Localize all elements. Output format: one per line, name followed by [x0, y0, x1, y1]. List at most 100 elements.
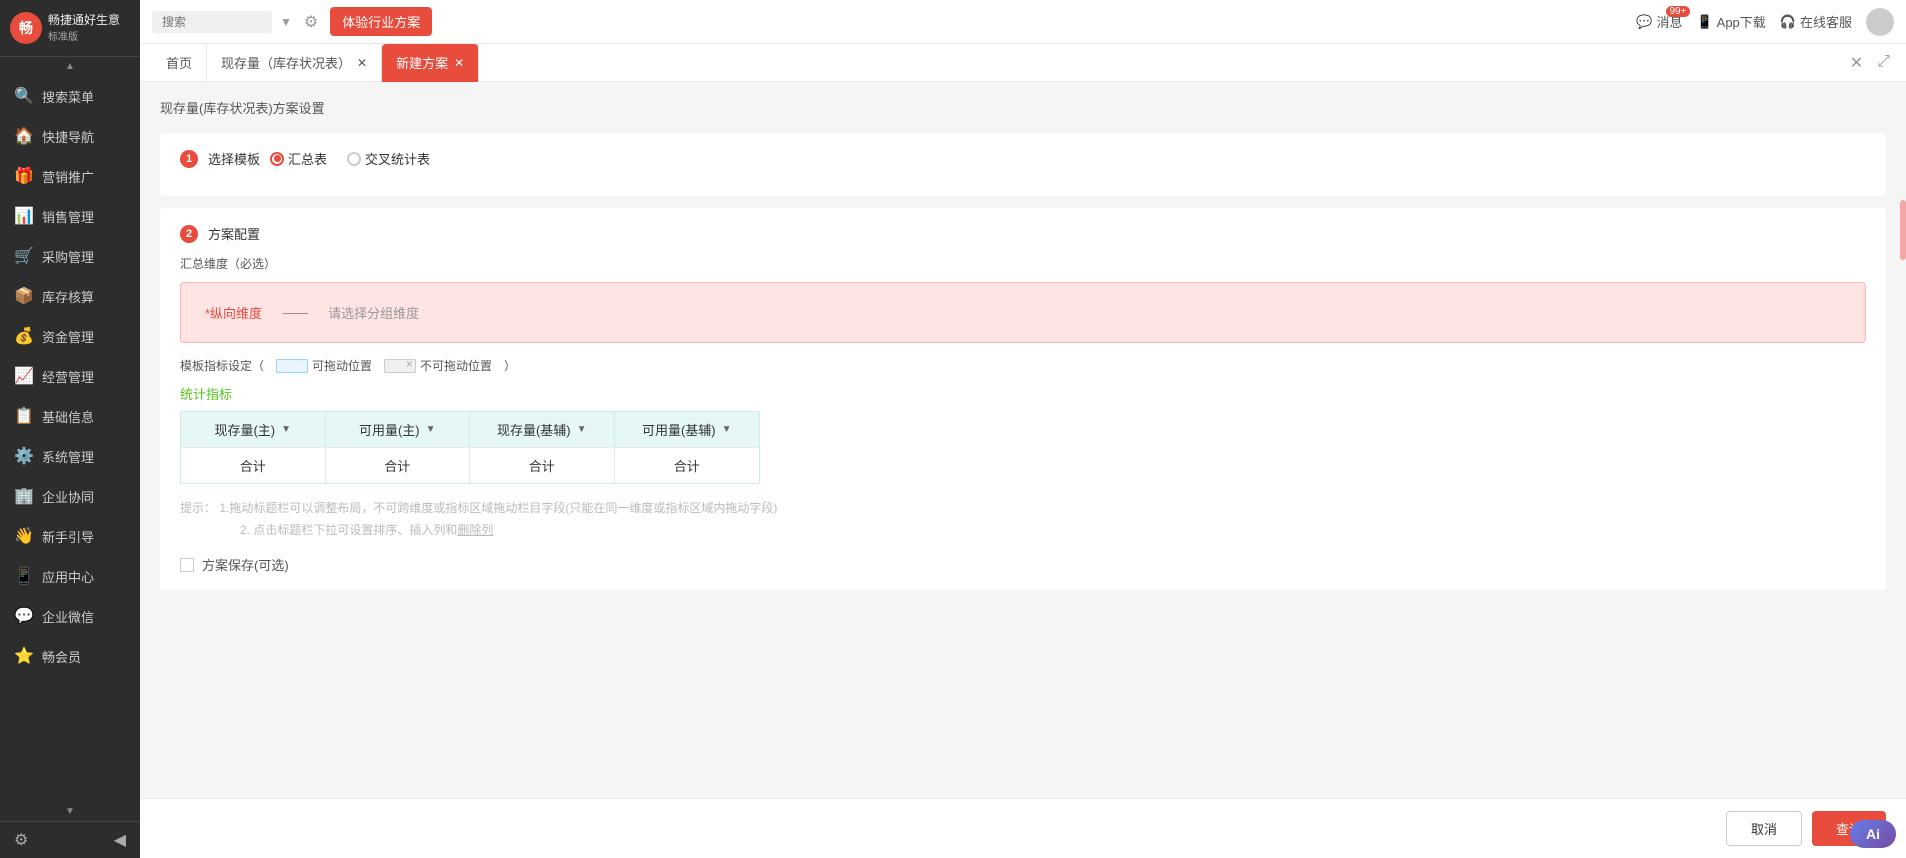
sidebar: 畅 畅捷通好生意 标准版 ▲ 🔍 搜索菜单 🏠 快捷导航 🎁 营销推广 📊 销售…: [0, 0, 140, 858]
ai-button[interactable]: Ai: [1850, 820, 1896, 848]
sidebar-item-management[interactable]: 📈 经营管理: [0, 356, 140, 396]
sidebar-logo: 畅 畅捷通好生意 标准版: [0, 0, 140, 57]
radio-circle-cross: [347, 152, 361, 166]
radio-circle-summary: [270, 152, 284, 166]
tab-expand-fullscreen-icon[interactable]: ⤢: [1873, 53, 1894, 73]
dimension-box[interactable]: *纵向维度 —— 请选择分组维度: [180, 282, 1866, 343]
message-icon: 💬: [1636, 14, 1652, 30]
app-name: 畅捷通好生意: [48, 13, 120, 29]
movable-tag-box: [276, 359, 308, 373]
industry-btn[interactable]: 体验行业方案: [330, 7, 432, 36]
sidebar-item-newbie[interactable]: 👋 新手引导: [0, 516, 140, 556]
topbar-app-download[interactable]: 📱 App下载: [1696, 12, 1765, 31]
bottom-bar: 取消 查询: [140, 798, 1906, 858]
scrollbar-handle[interactable]: [1900, 200, 1906, 260]
indicator-label: 模板指标设定（: [180, 357, 264, 374]
service-icon: 🎧: [1780, 14, 1796, 30]
tab-close-new-plan[interactable]: ✕: [454, 56, 464, 70]
finance-icon: 💰: [14, 326, 34, 346]
settings-icon[interactable]: ⚙: [14, 830, 28, 850]
step1-card: 1 选择模板 汇总表 交叉统计表: [160, 133, 1886, 196]
sidebar-item-label: 销售管理: [42, 207, 94, 226]
tab-new-plan[interactable]: 新建方案 ✕: [382, 44, 479, 82]
topbar-service[interactable]: 🎧 在线客服: [1780, 12, 1852, 31]
col1-chevron-icon[interactable]: ▼: [281, 424, 291, 435]
collapse-icon[interactable]: ◀: [114, 830, 126, 850]
sidebar-item-quick-nav[interactable]: 🏠 快捷导航: [0, 116, 140, 156]
enterprise-icon: 🏢: [14, 486, 34, 506]
sidebar-item-label: 库存核算: [42, 287, 94, 306]
save-checkbox[interactable]: [180, 558, 194, 572]
indicator-header: 模板指标设定（ 可拖动位置 不可拖动位置 ）: [180, 357, 1866, 374]
sidebar-item-vip[interactable]: ⭐ 畅会员: [0, 636, 140, 676]
sidebar-item-search-menu[interactable]: 🔍 搜索菜单: [0, 76, 140, 116]
sidebar-item-app-center[interactable]: 📱 应用中心: [0, 556, 140, 596]
sidebar-item-finance[interactable]: 💰 资金管理: [0, 316, 140, 356]
message-badge: 99+: [1666, 6, 1691, 17]
sidebar-scroll-up[interactable]: ▲: [0, 57, 140, 76]
fixed-label: 不可拖动位置: [420, 357, 492, 374]
tab-close-inventory[interactable]: ✕: [357, 56, 367, 70]
app-tag: 标准版: [48, 28, 120, 43]
sidebar-item-label: 应用中心: [42, 567, 94, 586]
topbar-gear-icon[interactable]: ⚙: [304, 12, 318, 32]
step2-header: 2 方案配置: [180, 224, 1866, 243]
system-icon: ⚙️: [14, 446, 34, 466]
col2-chevron-icon[interactable]: ▼: [426, 424, 436, 435]
page-title: 现存量(库存状况表)方案设置: [160, 98, 1886, 117]
tab-expand-close-icon[interactable]: ✕: [1846, 53, 1867, 73]
logo-icon: 畅: [10, 12, 42, 44]
radio-label-cross: 交叉统计表: [365, 149, 430, 168]
tab-label: 现存量（库存状况表）: [221, 53, 351, 72]
tab-home[interactable]: 首页: [152, 44, 207, 82]
stat-header-col3[interactable]: 现存量(基辅) ▼: [470, 412, 615, 447]
sidebar-scroll-down[interactable]: ▼: [0, 802, 140, 821]
sidebar-item-sales[interactable]: 📊 销售管理: [0, 196, 140, 236]
sidebar-item-wechat[interactable]: 💬 企业微信: [0, 596, 140, 636]
sidebar-item-inventory[interactable]: 📦 库存核算: [0, 276, 140, 316]
template-radio-group: 汇总表 交叉统计表: [270, 149, 430, 168]
sidebar-item-label: 系统管理: [42, 447, 94, 466]
topbar-search-input[interactable]: [152, 11, 272, 33]
stat-header-col4[interactable]: 可用量(基辅) ▼: [615, 412, 760, 447]
purchase-icon: 🛒: [14, 246, 34, 266]
sidebar-item-marketing[interactable]: 🎁 营销推广: [0, 156, 140, 196]
sidebar-item-system[interactable]: ⚙️ 系统管理: [0, 436, 140, 476]
col4-label: 可用量(基辅): [642, 420, 716, 439]
col4-chevron-icon[interactable]: ▼: [722, 424, 732, 435]
save-label: 方案保存(可选): [202, 555, 289, 574]
sidebar-item-enterprise[interactable]: 🏢 企业协同: [0, 476, 140, 516]
stat-body-col2: 合计: [326, 447, 471, 483]
tab-label: 首页: [166, 53, 192, 72]
cancel-button[interactable]: 取消: [1726, 811, 1802, 846]
radio-cross[interactable]: 交叉统计表: [347, 149, 430, 168]
sidebar-item-label: 搜索菜单: [42, 87, 94, 106]
topbar-dropdown-icon[interactable]: ▼: [280, 15, 292, 29]
tab-inventory-status[interactable]: 现存量（库存状况表） ✕: [207, 44, 382, 82]
col3-chevron-icon[interactable]: ▼: [577, 424, 587, 435]
stat-body-col4: 合计: [615, 447, 760, 483]
topbar: ▼ ⚙ 体验行业方案 💬 消息 99+ 📱 App下载 🎧 在线客服: [140, 0, 1906, 44]
sidebar-item-basic-info[interactable]: 📋 基础信息: [0, 396, 140, 436]
sidebar-item-purchase[interactable]: 🛒 采购管理: [0, 236, 140, 276]
step1-header: 1 选择模板 汇总表 交叉统计表: [180, 149, 1866, 168]
newbie-icon: 👋: [14, 526, 34, 546]
tab-expand-area: ✕ ⤢: [1846, 53, 1894, 73]
sidebar-item-label: 资金管理: [42, 327, 94, 346]
tip-item-1: 提示： 1.拖动标题栏可以调整布局，不可跨维度或指标区域拖动栏目字段(只能在同一…: [180, 498, 1866, 520]
sidebar-item-label: 经营管理: [42, 367, 94, 386]
step1-num: 1: [180, 150, 198, 168]
marketing-icon: 🎁: [14, 166, 34, 186]
sidebar-item-label: 企业微信: [42, 607, 94, 626]
tips-section: 提示： 1.拖动标题栏可以调整布局，不可跨维度或指标区域拖动栏目字段(只能在同一…: [180, 498, 1866, 541]
stat-header-col1[interactable]: 现存量(主) ▼: [181, 412, 326, 447]
topbar-right: 💬 消息 99+ 📱 App下载 🎧 在线客服: [1636, 8, 1894, 36]
tip-delete-link[interactable]: 删除列: [457, 523, 493, 537]
radio-label-summary: 汇总表: [288, 149, 327, 168]
stat-header-col2[interactable]: 可用量(主) ▼: [326, 412, 471, 447]
topbar-avatar[interactable]: [1866, 8, 1894, 36]
topbar-message[interactable]: 💬 消息 99+: [1636, 12, 1682, 31]
stat-table-body: 合计 合计 合计 合计: [181, 447, 759, 483]
col3-label: 现存量(基辅): [497, 420, 571, 439]
radio-summary[interactable]: 汇总表: [270, 149, 327, 168]
